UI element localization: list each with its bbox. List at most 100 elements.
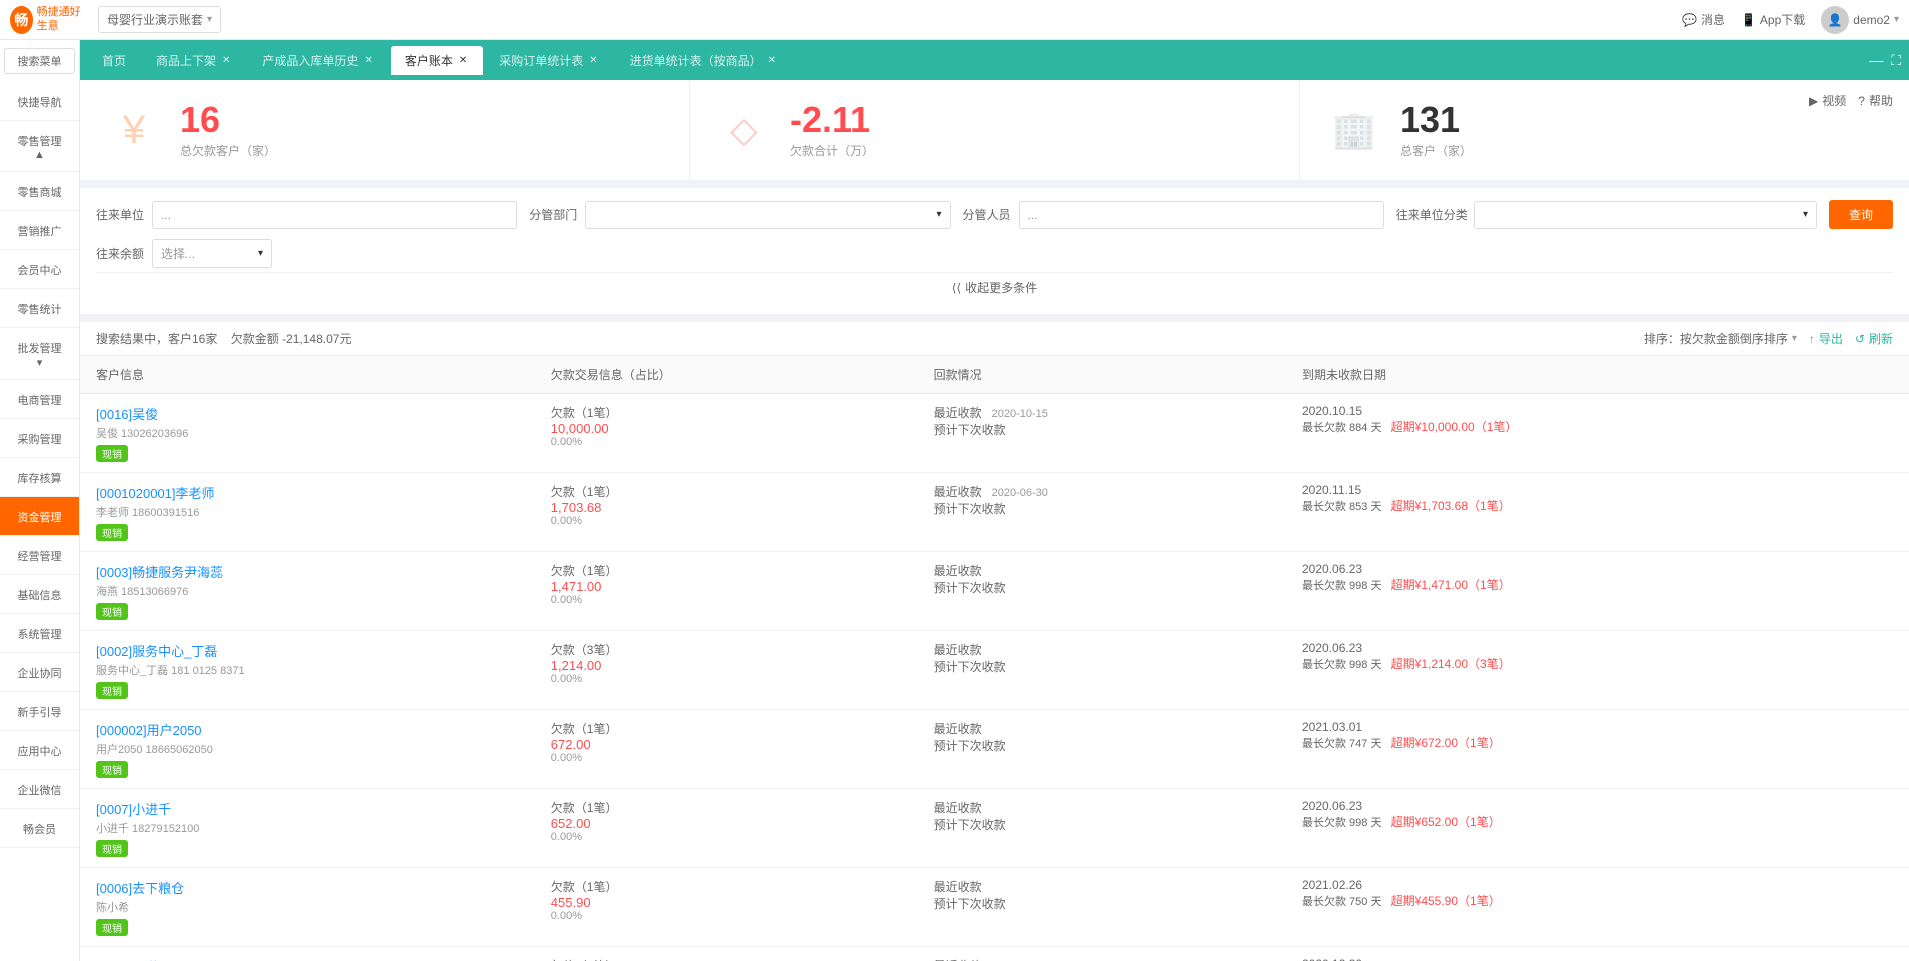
overdue-amount-link[interactable]: 超期¥652.00（1笔） xyxy=(1391,815,1501,829)
sidebar-item-wholesale[interactable]: 批发管理 ▾ xyxy=(0,328,79,380)
overdue-amount-link[interactable]: 超期¥455.90（1笔） xyxy=(1391,894,1501,908)
user-menu[interactable]: 👤 demo2 ▾ xyxy=(1821,6,1899,34)
filter-company-input[interactable]: ... xyxy=(152,201,517,229)
overdue-days: 最长欠款 998 天 超期¥1,471.00（1笔） xyxy=(1302,576,1893,593)
sidebar-item-chang-member[interactable]: 畅会员 xyxy=(0,809,79,848)
help-button[interactable]: ? 帮助 xyxy=(1858,92,1893,109)
sidebar-item-marketing[interactable]: 营销推广 xyxy=(0,211,79,250)
recovery-cell: 最近收款 预计下次收款 xyxy=(918,631,1286,710)
sidebar-item-system[interactable]: 系统管理 xyxy=(0,614,79,653)
sidebar-item-retail-mall[interactable]: 零售商城 xyxy=(0,172,79,211)
stat-label-debt-total: 欠款合计（万） xyxy=(790,142,874,159)
filter-manager-label: 分管人员 xyxy=(963,206,1013,223)
export-button[interactable]: ↑ 导出 xyxy=(1809,330,1843,347)
tab-close-icon[interactable]: ✕ xyxy=(220,55,232,66)
sidebar-item-enterprise[interactable]: 企业协同 xyxy=(0,653,79,692)
customer-name-link[interactable]: [0006]去下粮仓 xyxy=(96,881,184,896)
debt-info-cell: 欠款（1笔） 429.00 0.00% xyxy=(535,947,918,961)
sidebar-item-quicknav[interactable]: 快捷导航 xyxy=(0,82,79,121)
filter-dept-select[interactable]: ▾ xyxy=(585,201,950,229)
customer-name-link[interactable]: [000002]用户2050 xyxy=(96,723,202,738)
sort-button[interactable]: 排序：按欠款金额倒序排序 ▾ xyxy=(1644,330,1797,347)
tab-close-icon-3[interactable]: ✕ xyxy=(457,55,469,66)
sidebar-item-app-center[interactable]: 应用中心 xyxy=(0,731,79,770)
building-icon: 🏢 xyxy=(1324,100,1384,160)
next-recovery-label: 预计下次收款 xyxy=(934,737,1270,754)
customer-contact: 陈小希 xyxy=(96,899,519,915)
customer-contact: 用户2050 18665062050 xyxy=(96,741,519,757)
video-button[interactable]: ▶ 视频 xyxy=(1809,92,1846,109)
overdue-amount-link[interactable]: 超期¥1,214.00（3笔） xyxy=(1391,657,1511,671)
debt-amount[interactable]: 672.00 xyxy=(551,737,902,752)
debt-amount[interactable]: 1,471.00 xyxy=(551,579,902,594)
sidebar-item-member[interactable]: 会员中心 xyxy=(0,250,79,289)
customer-tag: 现销 xyxy=(96,524,128,541)
filter-balance-select[interactable]: 选择... ▾ xyxy=(152,239,272,268)
sidebar-item-retail-stats[interactable]: 零售统计 xyxy=(0,289,79,328)
sidebar-item-finance[interactable]: 资金管理 xyxy=(0,497,79,536)
filter-manager-input[interactable]: ... xyxy=(1019,201,1384,229)
due-date: 2020.11.15 xyxy=(1302,483,1893,497)
debt-amount[interactable]: 1,703.68 xyxy=(551,500,902,515)
customer-name-link[interactable]: [0002]服务中心_丁磊 xyxy=(96,644,217,659)
search-menu-button[interactable]: 搜索菜单 xyxy=(4,48,75,74)
tab-customer-ledger[interactable]: 客户账本 ✕ xyxy=(391,46,483,75)
debt-amount[interactable]: 455.90 xyxy=(551,895,902,910)
tab-product-history[interactable]: 产成品入库单历史 ✕ xyxy=(248,46,388,75)
sidebar-item-wechat[interactable]: 企业微信 xyxy=(0,770,79,809)
sidebar-item-guide[interactable]: 新手引导 xyxy=(0,692,79,731)
customer-info-cell: [0003]畅捷服务尹海蕊 海燕 18513066976 现销 xyxy=(80,552,535,631)
debt-amount[interactable]: 652.00 xyxy=(551,816,902,831)
due-date: 2020.06.23 xyxy=(1302,799,1893,813)
filter-category-label: 往来单位分类 xyxy=(1396,206,1468,223)
logo-text: 畅捷通好生意 xyxy=(37,6,90,32)
message-button[interactable]: 💬 消息 xyxy=(1682,11,1725,28)
th-debt-info: 欠款交易信息（占比） xyxy=(535,356,918,394)
sidebar-item-retail-management[interactable]: 零售管理 ▲ xyxy=(0,121,79,172)
sidebar-item-purchase[interactable]: 采购管理 xyxy=(0,419,79,458)
tab-maximize-button[interactable]: ⛶ xyxy=(1891,52,1901,69)
tab-close-icon-4[interactable]: ✕ xyxy=(587,55,599,66)
sidebar-item-operations[interactable]: 经营管理 xyxy=(0,536,79,575)
company-select[interactable]: 母婴行业演示账套 ▾ xyxy=(98,6,221,33)
filter-area: 往来单位 ... 分管部门 ▾ xyxy=(80,188,1909,314)
customer-name-link[interactable]: [0007]小进千 xyxy=(96,802,171,817)
due-date: 2020.06.23 xyxy=(1302,562,1893,576)
table-body: [0016]吴俊 吴俊 13026203696 现销 欠款（1笔） 10,000… xyxy=(80,394,1909,961)
overdue-amount-link[interactable]: 超期¥10,000.00（1笔） xyxy=(1391,420,1518,434)
tab-product-listing[interactable]: 商品上下架 ✕ xyxy=(142,46,246,75)
customer-name-link[interactable]: [0003]畅捷服务尹海蕊 xyxy=(96,565,223,580)
overdue-amount-link[interactable]: 超期¥1,703.68（1笔） xyxy=(1391,499,1511,513)
tab-minimize-button[interactable]: — xyxy=(1869,52,1883,69)
content-area: 首页 商品上下架 ✕ 产成品入库单历史 ✕ 客户账本 ✕ 采购订单统计表 ✕ xyxy=(80,40,1909,961)
filter-category-select[interactable]: ▾ xyxy=(1474,201,1817,229)
sidebar-item-ecommerce[interactable]: 电商管理 xyxy=(0,380,79,419)
tab-home[interactable]: 首页 xyxy=(88,46,140,75)
next-recovery-label: 预计下次收款 xyxy=(934,500,1270,517)
collapse-button[interactable]: ⟨⟨ 收起更多条件 xyxy=(96,272,1893,302)
overdue-amount-link[interactable]: 超期¥672.00（1笔） xyxy=(1391,736,1501,750)
tab-close-icon-2[interactable]: ✕ xyxy=(362,55,374,66)
customer-tag: 现销 xyxy=(96,840,128,857)
debt-amount[interactable]: 10,000.00 xyxy=(551,421,902,436)
debt-pct: 0.00% xyxy=(551,910,902,922)
sidebar-item-basic-info[interactable]: 基础信息 xyxy=(0,575,79,614)
tab-close-icon-5[interactable]: ✕ xyxy=(766,55,778,66)
refresh-button[interactable]: ↺ 刷新 xyxy=(1855,330,1893,347)
customer-name-link[interactable]: [0016]吴俊 xyxy=(96,407,158,422)
tab-purchase-stats[interactable]: 采购订单统计表 ✕ xyxy=(485,46,613,75)
debt-count: 欠款（1笔） xyxy=(551,799,902,816)
table-row: [0006]去下粮仓 陈小希 现销 欠款（1笔） 455.90 0.00% 最近… xyxy=(80,868,1909,947)
sidebar-item-inventory[interactable]: 库存核算 xyxy=(0,458,79,497)
app-download-button[interactable]: 📱 App下载 xyxy=(1741,11,1805,28)
debt-amount[interactable]: 1,214.00 xyxy=(551,658,902,673)
tab-purchase-product-stats[interactable]: 进货单统计表（按商品） ✕ xyxy=(616,46,792,75)
search-button[interactable]: 查询 xyxy=(1829,200,1893,229)
recovery-cell: 最近收款 预计下次收款 xyxy=(918,868,1286,947)
logo-area: 畅 畅捷通好生意 xyxy=(10,6,90,34)
filter-company-placeholder: ... xyxy=(161,208,171,222)
customer-name-link[interactable]: [0001020001]李老师 xyxy=(96,486,215,501)
overdue-amount-link[interactable]: 超期¥1,471.00（1笔） xyxy=(1391,578,1511,592)
due-date-cell: 2020.12.30 最长欠款 808 天 超期¥429.00（1笔） xyxy=(1286,947,1909,961)
debt-info-cell: 欠款（1笔） 1,703.68 0.00% xyxy=(535,473,918,552)
